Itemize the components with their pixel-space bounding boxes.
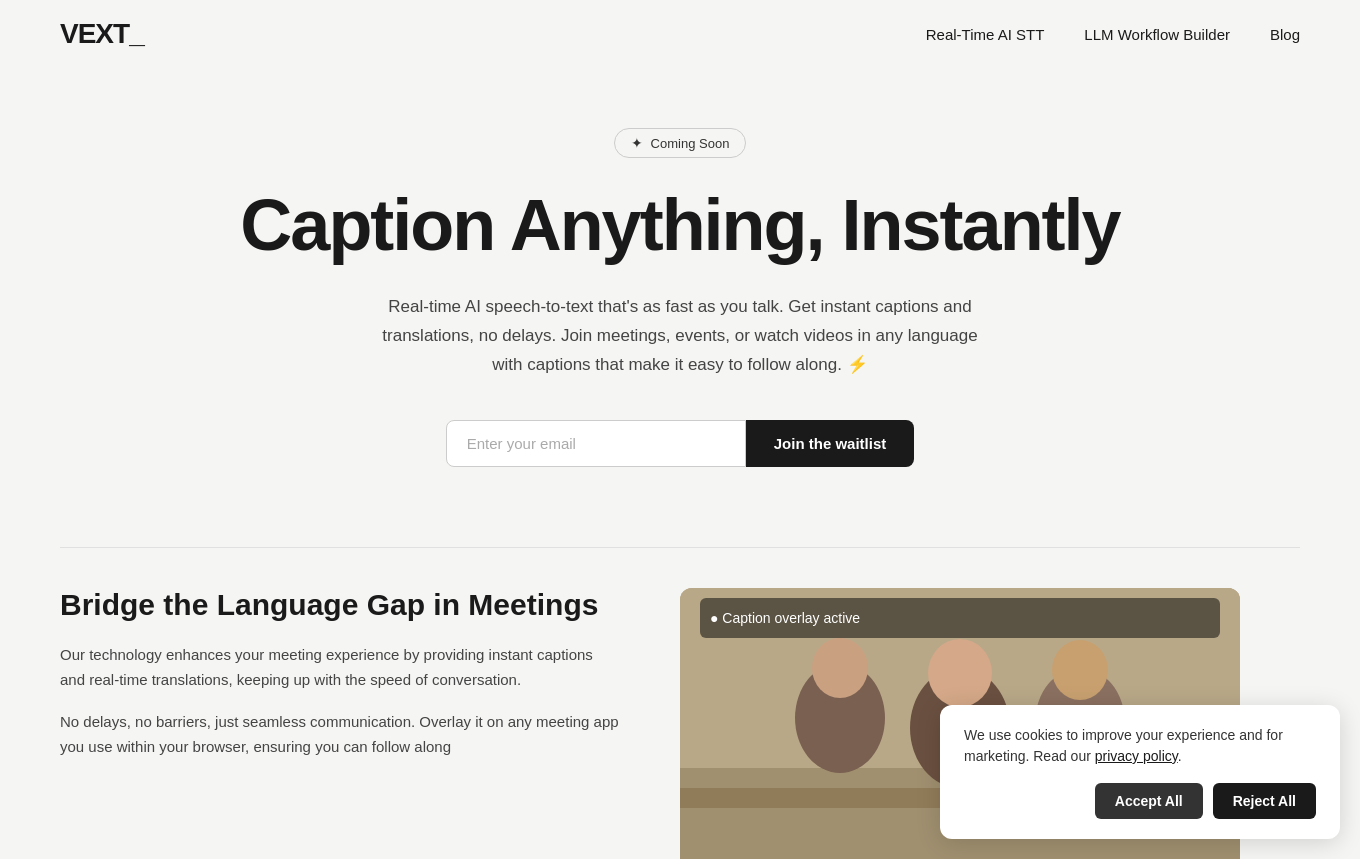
bridge-title: Bridge the Language Gap in Meetings xyxy=(60,588,620,622)
cookie-buttons: Accept All Reject All xyxy=(964,783,1316,819)
privacy-policy-link[interactable]: privacy policy xyxy=(1095,748,1178,764)
email-input[interactable] xyxy=(446,420,746,467)
waitlist-form: Join the waitlist xyxy=(446,420,915,467)
hero-title: Caption Anything, Instantly xyxy=(240,186,1119,265)
join-waitlist-button[interactable]: Join the waitlist xyxy=(746,420,915,467)
badge-label: Coming Soon xyxy=(651,136,730,151)
nav-links: Real-Time AI STT LLM Workflow Builder Bl… xyxy=(926,26,1300,43)
cookie-period: . xyxy=(1178,748,1182,764)
svg-point-6 xyxy=(928,639,992,707)
coming-soon-badge: ✦ Coming Soon xyxy=(614,128,747,158)
svg-point-8 xyxy=(1052,640,1108,700)
reject-all-button[interactable]: Reject All xyxy=(1213,783,1316,819)
bridge-paragraph-2: No delays, no barriers, just seamless co… xyxy=(60,709,620,760)
svg-text:● Caption overlay active: ● Caption overlay active xyxy=(710,610,860,626)
nav-link-blog[interactable]: Blog xyxy=(1270,26,1300,43)
bridge-text: Bridge the Language Gap in Meetings Our … xyxy=(60,588,620,776)
accept-all-button[interactable]: Accept All xyxy=(1095,783,1203,819)
hero-section: ✦ Coming Soon Caption Anything, Instantl… xyxy=(0,68,1360,547)
badge-icon: ✦ xyxy=(631,135,643,151)
bridge-paragraph-1: Our technology enhances your meeting exp… xyxy=(60,642,620,693)
hero-subtitle: Real-time AI speech-to-text that's as fa… xyxy=(370,293,990,380)
brand-logo[interactable]: VEXT_ xyxy=(60,18,144,50)
svg-point-4 xyxy=(812,638,868,698)
cookie-text: We use cookies to improve your experienc… xyxy=(964,725,1316,767)
nav-link-stt[interactable]: Real-Time AI STT xyxy=(926,26,1045,43)
nav-link-llm[interactable]: LLM Workflow Builder xyxy=(1084,26,1230,43)
navbar: VEXT_ Real-Time AI STT LLM Workflow Buil… xyxy=(0,0,1360,68)
cookie-banner: We use cookies to improve your experienc… xyxy=(940,705,1340,839)
